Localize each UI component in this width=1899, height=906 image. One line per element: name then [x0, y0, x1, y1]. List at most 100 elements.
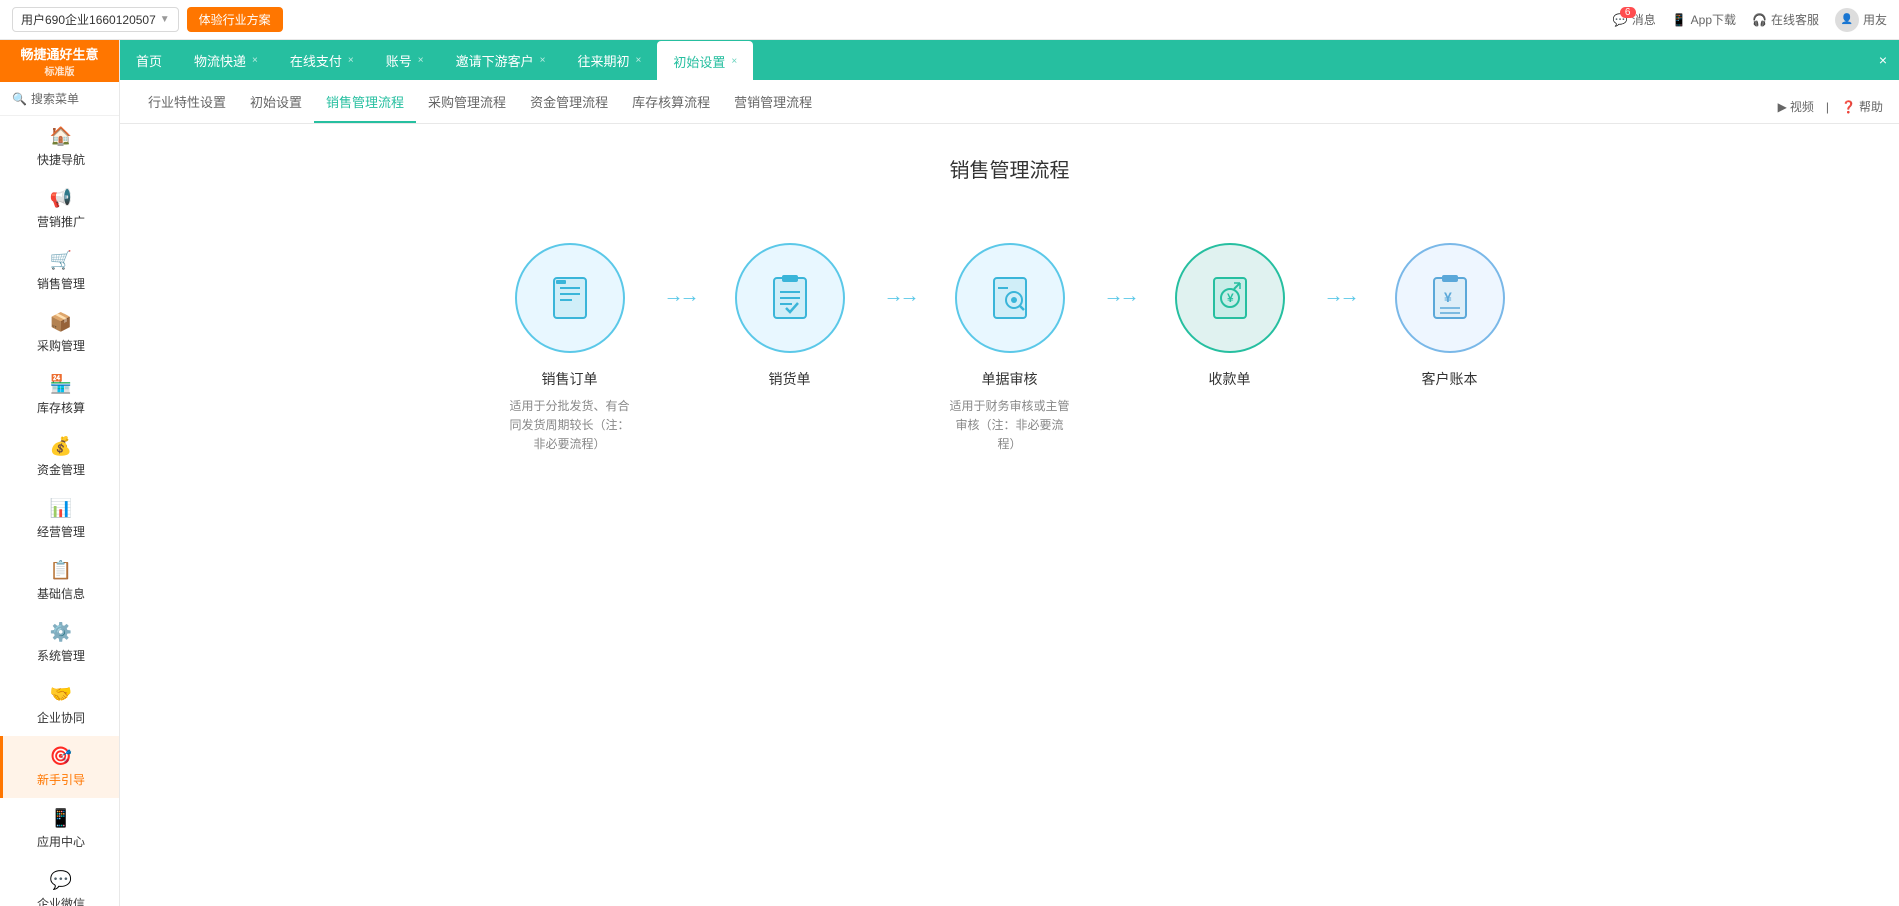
- tab-payment[interactable]: 在线支付 ×: [274, 40, 370, 80]
- chart-icon: 📊: [50, 498, 72, 519]
- app-download-item[interactable]: 📱 App下载: [1672, 11, 1736, 28]
- sidebar-item-enterprise-wechat[interactable]: 💬 企业微信: [0, 860, 119, 906]
- sub-tabs-right: ▶ 视频 | ❓ 帮助: [1778, 98, 1883, 115]
- review-icon: [984, 272, 1036, 324]
- tab-invite-label: 邀请下游客户: [456, 51, 534, 70]
- svg-text:¥: ¥: [1444, 289, 1452, 305]
- sub-tab-industry-label: 行业特性设置: [148, 95, 226, 110]
- message-icon-wrap: 💬 6: [1613, 13, 1628, 27]
- sidebar-item-enterprise-collab[interactable]: 🤝 企业协同: [0, 674, 119, 736]
- help-label: 帮助: [1859, 98, 1883, 115]
- flow-arrow-3: →→: [1090, 243, 1150, 308]
- search-icon: 🔍: [12, 92, 27, 106]
- trial-button[interactable]: 体验行业方案: [187, 7, 283, 32]
- sidebar-item-label: 应用中心: [37, 833, 85, 850]
- sub-tab-industry[interactable]: 行业特性设置: [136, 82, 238, 123]
- tab-account-close[interactable]: ×: [418, 55, 424, 66]
- sidebar-item-label: 新手引导: [37, 771, 85, 788]
- video-label: 视频: [1790, 98, 1814, 115]
- sidebar-item-basic-info[interactable]: 📋 基础信息: [0, 550, 119, 612]
- arrow-icon-2: →→: [884, 285, 916, 308]
- tab-payment-close[interactable]: ×: [348, 55, 354, 66]
- flow-item-delivery: 销货单: [710, 243, 870, 397]
- sidebar-item-label: 采购管理: [37, 337, 85, 354]
- tab-account-label: 账号: [386, 51, 412, 70]
- sub-tab-initial[interactable]: 初始设置: [238, 82, 314, 123]
- svg-text:¥: ¥: [1227, 291, 1234, 305]
- sidebar-item-purchase-mgmt[interactable]: 📦 采购管理: [0, 302, 119, 364]
- sidebar-item-sales-mgmt[interactable]: 🛒 销售管理: [0, 240, 119, 302]
- order-icon: [544, 272, 596, 324]
- close-all-tabs[interactable]: ×: [1879, 52, 1887, 68]
- search-label: 搜索菜单: [31, 90, 79, 107]
- sidebar-item-app-center[interactable]: 📱 应用中心: [0, 798, 119, 860]
- logo-sub: 标准版: [45, 63, 75, 78]
- tab-invite[interactable]: 邀请下游客户 ×: [440, 40, 562, 80]
- sidebar-item-marketing-promo[interactable]: 📢 营销推广: [0, 178, 119, 240]
- tab-invite-close[interactable]: ×: [540, 55, 546, 66]
- headset-icon: 🎧: [1752, 13, 1767, 27]
- user-menu-item[interactable]: 👤 用友: [1835, 8, 1887, 32]
- megaphone-icon: 📢: [50, 188, 72, 209]
- divider: |: [1826, 100, 1829, 114]
- sub-tab-inventory-flow[interactable]: 库存核算流程: [620, 82, 722, 123]
- sub-tab-inventory-flow-label: 库存核算流程: [632, 95, 710, 110]
- flow-item-receipt: ¥ 收款单: [1150, 243, 1310, 397]
- logo-title: 畅捷通好生意: [20, 44, 98, 63]
- sub-tab-marketing-flow[interactable]: 营销管理流程: [722, 82, 824, 123]
- sub-tab-marketing-flow-label: 营销管理流程: [734, 95, 812, 110]
- tab-home[interactable]: 首页: [120, 40, 178, 80]
- sub-tab-capital-flow-label: 资金管理流程: [530, 95, 608, 110]
- user-selector[interactable]: 用户690企业1660120507 ▼: [12, 7, 179, 32]
- nav-tabs: 首页 物流快递 × 在线支付 × 账号 × 邀请下游客户 × 往来期初 ×: [120, 40, 1899, 80]
- sidebar-item-label: 营销推广: [37, 213, 85, 230]
- tab-period-close[interactable]: ×: [635, 55, 641, 66]
- receipt-icon: ¥: [1204, 272, 1256, 324]
- tab-period-label: 往来期初: [577, 51, 629, 70]
- sidebar-item-finance[interactable]: 💰 资金管理: [0, 426, 119, 488]
- sub-tab-initial-label: 初始设置: [250, 95, 302, 110]
- online-service-label: 在线客服: [1771, 11, 1819, 28]
- sub-tab-sales-flow[interactable]: 销售管理流程: [314, 82, 416, 123]
- sidebar-item-operation[interactable]: 📊 经营管理: [0, 488, 119, 550]
- avatar: 👤: [1835, 8, 1859, 32]
- message-item[interactable]: 💬 6 消息: [1613, 11, 1656, 28]
- content-area: 首页 物流快递 × 在线支付 × 账号 × 邀请下游客户 × 往来期初 ×: [120, 40, 1899, 906]
- home-icon: 🏠: [50, 126, 72, 147]
- page-title: 销售管理流程: [160, 154, 1859, 183]
- sidebar-item-label: 经营管理: [37, 523, 85, 540]
- help-item[interactable]: ❓ 帮助: [1841, 98, 1883, 115]
- store-icon: 🏪: [50, 374, 72, 395]
- online-service-item[interactable]: 🎧 在线客服: [1752, 11, 1819, 28]
- tab-logistics-close[interactable]: ×: [252, 55, 258, 66]
- tab-logistics[interactable]: 物流快递 ×: [178, 40, 274, 80]
- arrow-icon-3: →→: [1104, 285, 1136, 308]
- flow-label-ledger: 客户账本: [1422, 369, 1478, 389]
- box-icon: 📦: [50, 312, 72, 333]
- sidebar-search[interactable]: 🔍 搜索菜单: [0, 82, 119, 116]
- sub-tab-capital-flow[interactable]: 资金管理流程: [518, 82, 620, 123]
- flow-label-review: 单据审核: [982, 369, 1038, 389]
- tab-initial-setup-close[interactable]: ×: [731, 56, 737, 67]
- delivery-icon: [764, 272, 816, 324]
- tab-period[interactable]: 往来期初 ×: [561, 40, 657, 80]
- sidebar-item-label: 系统管理: [37, 647, 85, 664]
- sub-tab-purchase-flow[interactable]: 采购管理流程: [416, 82, 518, 123]
- sidebar-item-inventory[interactable]: 🏪 库存核算: [0, 364, 119, 426]
- tab-initial-setup-label: 初始设置: [673, 52, 725, 71]
- sidebar-item-label: 基础信息: [37, 585, 85, 602]
- message-badge: 6: [1620, 7, 1636, 18]
- sidebar-item-system[interactable]: ⚙️ 系统管理: [0, 612, 119, 674]
- flow-arrow-2: →→: [870, 243, 930, 308]
- tab-account[interactable]: 账号 ×: [370, 40, 440, 80]
- mobile-icon: 📱: [50, 808, 72, 829]
- target-icon: 🎯: [50, 746, 72, 767]
- flow-circle-sales-order: [515, 243, 625, 353]
- video-help-item[interactable]: ▶ 视频: [1778, 98, 1814, 115]
- sidebar-item-quick-nav[interactable]: 🏠 快捷导航: [0, 116, 119, 178]
- sidebar-logo: 畅捷通好生意 标准版: [0, 40, 119, 82]
- sidebar-item-label: 企业微信: [37, 895, 85, 906]
- flow-circle-review: [955, 243, 1065, 353]
- tab-initial-setup[interactable]: 初始设置 ×: [657, 41, 753, 81]
- sidebar-item-new-guide[interactable]: 🎯 新手引导: [0, 736, 119, 798]
